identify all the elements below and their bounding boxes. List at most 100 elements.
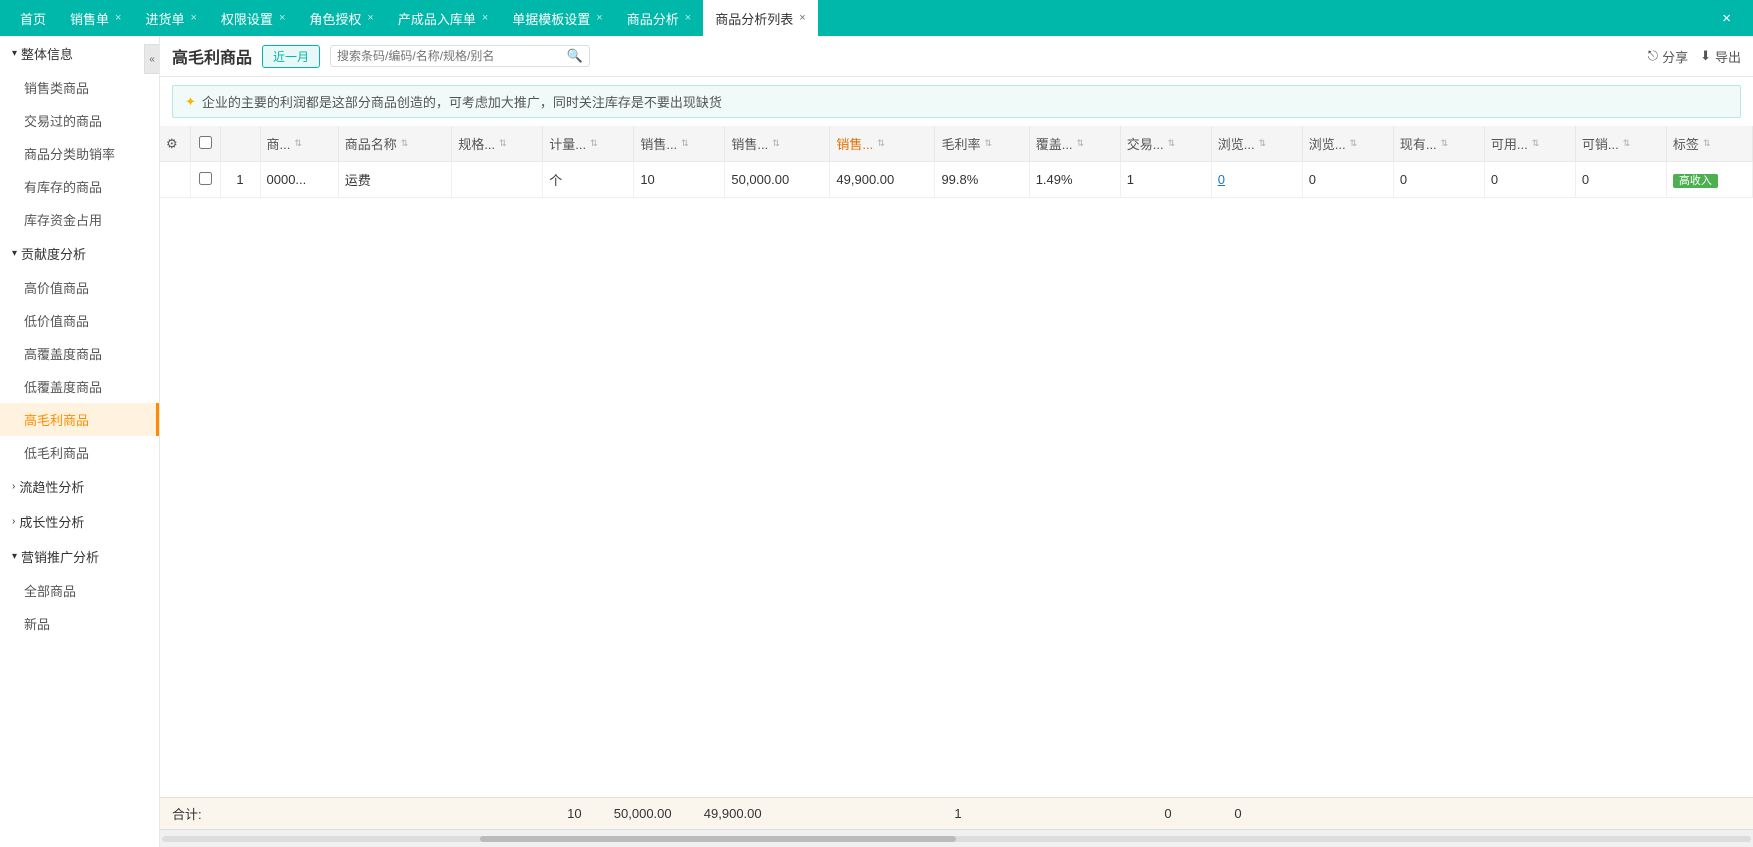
share-button[interactable]: ⎋ 分享 (1648, 47, 1688, 66)
nav-production[interactable]: 产成品入库单 × (386, 0, 500, 36)
collapse-arrow-trend: › (12, 481, 15, 492)
close-template-tab[interactable]: × (596, 12, 602, 24)
content-area: 高毛利商品 近一月 🔍 ⎋ 分享 ⬇ 导出 ✦ 企业的主要的利润都是这部分商品创… (160, 36, 1753, 847)
row-gross-margin: 99.8% (935, 162, 1029, 198)
data-table: ⚙ 商...⇅ 商品名称⇅ 规格...⇅ (160, 126, 1753, 198)
close-production-tab[interactable]: × (482, 12, 488, 24)
close-analysis-list-tab[interactable]: × (799, 12, 805, 24)
th-stock-sell[interactable]: 可销...⇅ (1575, 126, 1666, 162)
sidebar-item-traded-goods[interactable]: 交易过的商品 (0, 104, 159, 137)
sort-icon-stockavail: ⇅ (1532, 138, 1540, 149)
nav-home[interactable]: 首页 (8, 0, 58, 36)
sidebar-group-growth[interactable]: › 成长性分析 (0, 504, 159, 539)
footer-stock-avail: 0 (1184, 806, 1254, 821)
nav-permission[interactable]: 权限设置 × (209, 0, 297, 36)
close-role-tab[interactable]: × (367, 12, 373, 24)
sidebar-item-stock-capital[interactable]: 库存资金占用 (0, 203, 159, 236)
row-stock-sell: 0 (1575, 162, 1666, 198)
row-checkbox[interactable] (199, 172, 212, 185)
row-stock-cur: 0 (1393, 162, 1484, 198)
sidebar-item-high-coverage[interactable]: 高覆盖度商品 (0, 337, 159, 370)
sort-icon-browse1: ⇅ (1259, 138, 1267, 149)
row-browse1[interactable]: 0 (1211, 162, 1302, 198)
close-sales-tab[interactable]: × (115, 12, 121, 24)
nav-template[interactable]: 单据模板设置 × (500, 0, 614, 36)
th-check[interactable] (190, 126, 220, 162)
export-button[interactable]: ⬇ 导出 (1700, 47, 1741, 66)
sidebar-item-low-coverage[interactable]: 低覆盖度商品 (0, 370, 159, 403)
collapse-arrow-contribution: ▾ (12, 248, 17, 259)
th-sales-cost[interactable]: 销售...⇅ (830, 126, 935, 162)
scrollbar-thumb[interactable] (480, 836, 957, 842)
period-button[interactable]: 近一月 (262, 45, 320, 68)
sort-icon-spec: ⇅ (499, 138, 507, 149)
th-spec[interactable]: 规格...⇅ (452, 126, 543, 162)
th-num (220, 126, 260, 162)
row-coverage: 1.49% (1029, 162, 1120, 198)
content-title: 高毛利商品 (172, 44, 252, 68)
sidebar-item-all-goods[interactable]: 全部商品 (0, 574, 159, 607)
th-sales-amt[interactable]: 销售...⇅ (725, 126, 830, 162)
sort-icon-stocksell: ⇅ (1623, 138, 1631, 149)
sidebar-item-new-goods[interactable]: 新品 (0, 607, 159, 640)
select-all-checkbox[interactable] (199, 136, 212, 149)
table-container[interactable]: ⚙ 商...⇅ 商品名称⇅ 规格...⇅ (160, 126, 1753, 847)
nav-analysis[interactable]: 商品分析 × (615, 0, 703, 36)
th-code[interactable]: 商...⇅ (260, 126, 338, 162)
row-spec (452, 162, 543, 198)
sidebar-item-low-value[interactable]: 低价值商品 (0, 304, 159, 337)
sidebar-item-high-value[interactable]: 高价值商品 (0, 271, 159, 304)
sort-icon-unit: ⇅ (590, 138, 598, 149)
sort-icon-tag: ⇅ (1703, 138, 1711, 149)
th-unit[interactable]: 计量...⇅ (543, 126, 634, 162)
th-settings[interactable]: ⚙ (160, 126, 190, 162)
th-tag[interactable]: 标签⇅ (1666, 126, 1752, 162)
window-close-button[interactable]: × (1708, 10, 1745, 27)
search-icon[interactable]: 🔍 (567, 48, 583, 64)
sidebar-collapse-button[interactable]: « (144, 44, 160, 74)
sort-icon-browse2: ⇅ (1350, 138, 1358, 149)
sidebar-group-overall[interactable]: ▾ 整体信息 (0, 36, 159, 71)
nav-role[interactable]: 角色授权 × (297, 0, 385, 36)
table-row: 1 0000... 运费 个 10 50,000.00 49,900.00 99… (160, 162, 1753, 198)
row-check[interactable] (190, 162, 220, 198)
sidebar-item-category-rate[interactable]: 商品分类助销率 (0, 137, 159, 170)
search-input[interactable] (337, 49, 563, 63)
sidebar-item-high-margin[interactable]: 高毛利商品 (0, 403, 159, 436)
info-icon: ✦ (185, 94, 196, 110)
row-sales-qty: 10 (634, 162, 725, 198)
sort-icon-salescost: ⇅ (877, 138, 885, 149)
sidebar-item-low-margin[interactable]: 低毛利商品 (0, 436, 159, 469)
share-icon: ⎋ (1648, 48, 1658, 64)
row-code: 0000... (260, 162, 338, 198)
th-stock-avail[interactable]: 可用...⇅ (1484, 126, 1575, 162)
close-permission-tab[interactable]: × (279, 12, 285, 24)
th-gross-margin[interactable]: 毛利率⇅ (935, 126, 1029, 162)
th-transaction[interactable]: 交易...⇅ (1120, 126, 1211, 162)
search-box: 🔍 (330, 45, 590, 67)
close-purchase-tab[interactable]: × (190, 12, 196, 24)
scrollbar-track[interactable] (162, 836, 1751, 842)
nav-analysis-list[interactable]: 商品分析列表 × (703, 0, 817, 36)
th-name[interactable]: 商品名称⇅ (338, 126, 452, 162)
sidebar-item-stock-goods[interactable]: 有库存的商品 (0, 170, 159, 203)
nav-purchase[interactable]: 进货单 × (133, 0, 208, 36)
th-stock-cur[interactable]: 现有...⇅ (1393, 126, 1484, 162)
row-browse2: 0 (1302, 162, 1393, 198)
th-coverage[interactable]: 覆盖...⇅ (1029, 126, 1120, 162)
th-browse2[interactable]: 浏览...⇅ (1302, 126, 1393, 162)
sidebar-group-contribution[interactable]: ▾ 贡献度分析 (0, 236, 159, 271)
footer-transaction: 1 (894, 806, 974, 821)
nav-sales[interactable]: 销售单 × (58, 0, 133, 36)
close-analysis-tab[interactable]: × (685, 12, 691, 24)
sidebar-item-sales-goods[interactable]: 销售类商品 (0, 71, 159, 104)
row-sales-amt: 50,000.00 (725, 162, 830, 198)
th-sales-qty[interactable]: 销售...⇅ (634, 126, 725, 162)
sidebar-group-marketing[interactable]: ▾ 营销推广分析 (0, 539, 159, 574)
row-num: 1 (220, 162, 260, 198)
sidebar-group-trend[interactable]: › 流趋性分析 (0, 469, 159, 504)
th-browse1[interactable]: 浏览...⇅ (1211, 126, 1302, 162)
footer-sales-cost: 49,900.00 (684, 806, 774, 821)
export-icon: ⬇ (1700, 48, 1711, 64)
scrollbar-container[interactable] (160, 829, 1753, 847)
